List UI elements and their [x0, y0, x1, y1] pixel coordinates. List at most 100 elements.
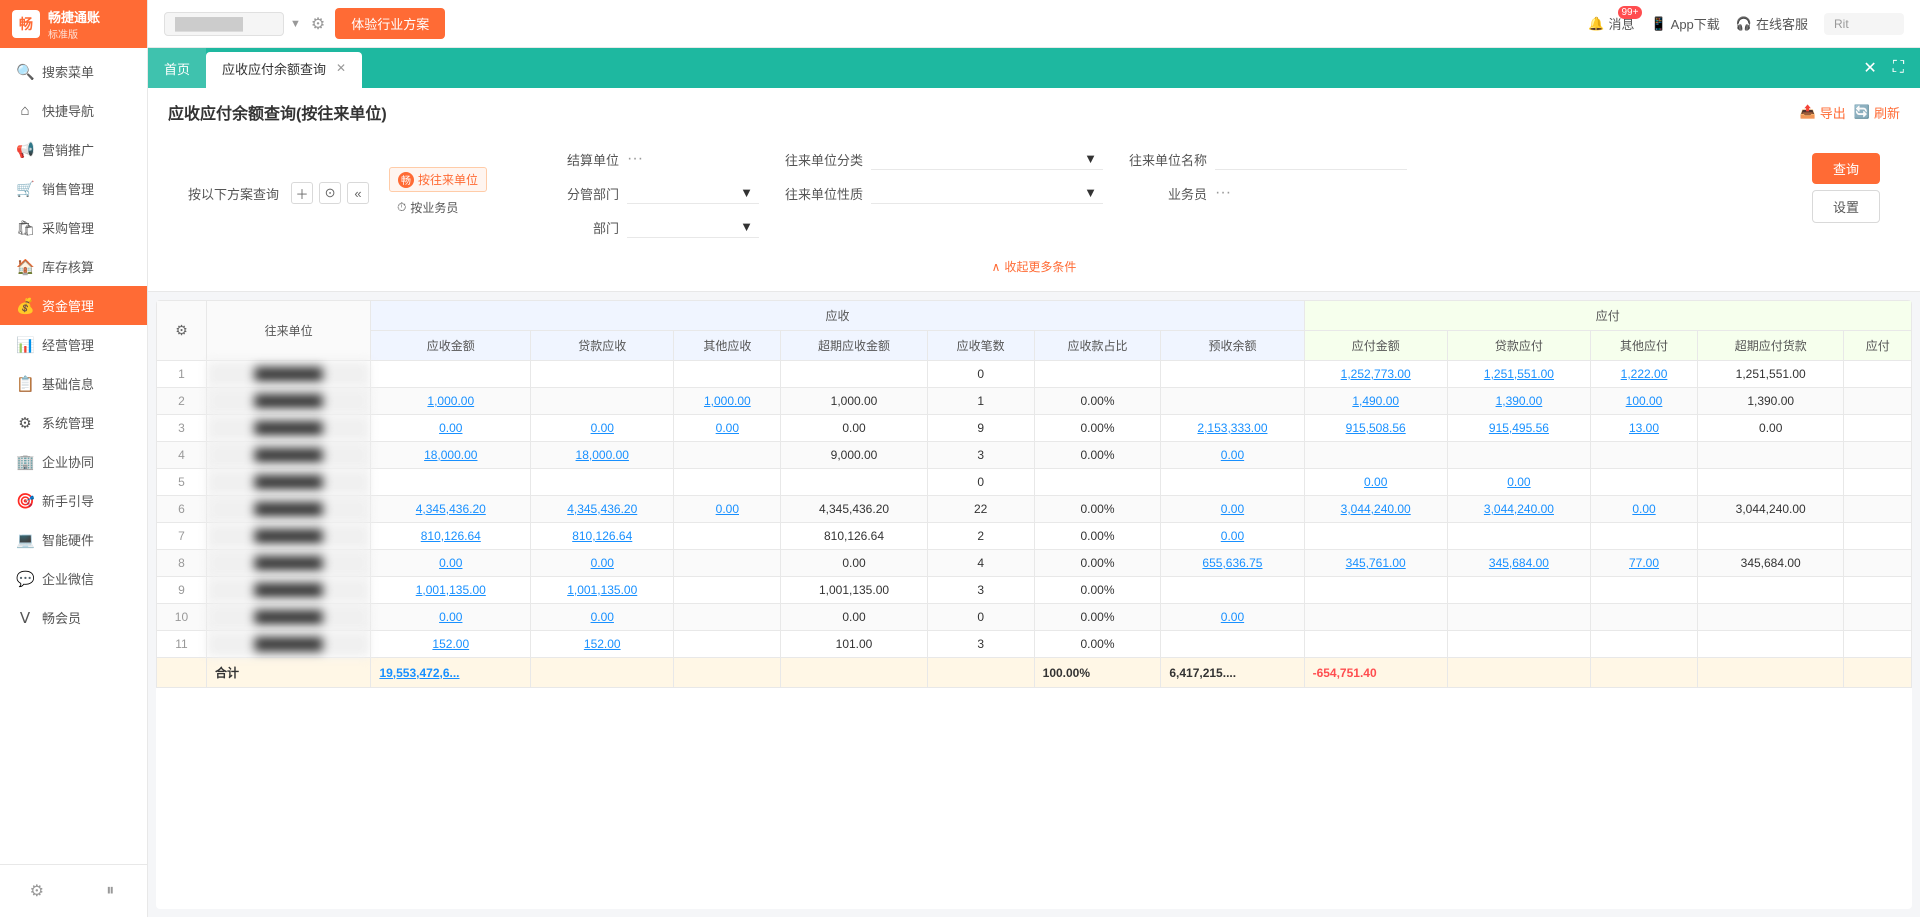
table-row[interactable]: 7████████810,126.64810,126.64810,126.642…	[157, 523, 1912, 550]
r-prepay-cell[interactable]	[1161, 388, 1304, 415]
close-window-icon[interactable]: ✕	[1859, 54, 1880, 82]
r-other-cell[interactable]: 0.00	[674, 415, 781, 442]
scheme-by-unit[interactable]: 畅 按往来单位	[389, 167, 487, 192]
r-amount-cell[interactable]: 18,000.00	[371, 442, 531, 469]
sidebar-item-capital[interactable]: 💰 资金管理	[0, 286, 147, 325]
r-amount-cell[interactable]: 810,126.64	[371, 523, 531, 550]
r-amount-cell[interactable]	[371, 469, 531, 496]
p-loan-cell[interactable]	[1447, 523, 1590, 550]
sidebar-item-system[interactable]: ⚙ 系统管理	[0, 403, 147, 442]
settlement-unit-dots[interactable]: ···	[627, 150, 643, 168]
address-bar[interactable]: ████████	[164, 12, 284, 36]
r-other-cell[interactable]	[674, 442, 781, 469]
r-loan-cell[interactable]: 152.00	[531, 631, 674, 658]
sidebar-item-basic[interactable]: 📋 基础信息	[0, 364, 147, 403]
sidebar-item-purchase[interactable]: 🛍 采购管理	[0, 208, 147, 247]
maximize-window-icon[interactable]: ⛶	[1889, 55, 1908, 81]
export-button[interactable]: 📤 导出	[1800, 103, 1846, 122]
promo-button[interactable]: 体验行业方案	[335, 8, 445, 39]
unit-category-select[interactable]: ▼	[871, 148, 1103, 170]
p-loan-cell[interactable]	[1447, 631, 1590, 658]
p-amount-cell[interactable]	[1304, 631, 1447, 658]
r-other-cell[interactable]	[674, 523, 781, 550]
sidebar-item-marketing[interactable]: 📢 营销推广	[0, 130, 147, 169]
settings-scheme-button[interactable]: ⊙	[319, 182, 341, 204]
r-loan-cell[interactable]: 18,000.00	[531, 442, 674, 469]
p-other-cell[interactable]	[1591, 577, 1698, 604]
collapse-scheme-button[interactable]: «	[347, 182, 369, 204]
p-amount-cell[interactable]	[1304, 442, 1447, 469]
r-loan-cell[interactable]	[531, 388, 674, 415]
p-loan-cell[interactable]: 915,495.56	[1447, 415, 1590, 442]
p-other-cell[interactable]	[1591, 442, 1698, 469]
table-row[interactable]: 2████████1,000.001,000.001,000.0010.00%1…	[157, 388, 1912, 415]
salesman-dots[interactable]: ···	[1215, 184, 1231, 202]
query-button[interactable]: 查询	[1812, 153, 1880, 184]
r-loan-cell[interactable]: 0.00	[531, 604, 674, 631]
r-prepay-cell[interactable]: 0.00	[1161, 496, 1304, 523]
r-loan-cell[interactable]: 810,126.64	[531, 523, 674, 550]
tab-close-icon[interactable]: ✕	[336, 61, 346, 75]
setting-button[interactable]: 设置	[1812, 190, 1880, 223]
p-other-cell[interactable]	[1591, 631, 1698, 658]
add-scheme-button[interactable]: ＋	[291, 182, 313, 204]
scheme-by-staff[interactable]: ⏱ 按业务员	[389, 196, 487, 219]
p-amount-cell[interactable]: 1,490.00	[1304, 388, 1447, 415]
table-row[interactable]: 3████████0.000.000.000.0090.00%2,153,333…	[157, 415, 1912, 442]
p-loan-cell[interactable]	[1447, 604, 1590, 631]
p-other-cell[interactable]: 77.00	[1591, 550, 1698, 577]
r-other-cell[interactable]	[674, 361, 781, 388]
online-service-button[interactable]: 🎧 在线客服	[1736, 14, 1808, 33]
p-loan-cell[interactable]: 1,251,551.00	[1447, 361, 1590, 388]
p-amount-cell[interactable]: 915,508.56	[1304, 415, 1447, 442]
p-loan-cell[interactable]: 0.00	[1447, 469, 1590, 496]
col-settings[interactable]: ⚙	[157, 301, 207, 361]
r-other-cell[interactable]: 1,000.00	[674, 388, 781, 415]
p-loan-cell[interactable]	[1447, 577, 1590, 604]
r-prepay-cell[interactable]: 0.00	[1161, 604, 1304, 631]
sidebar-item-hardware[interactable]: 💻 智能硬件	[0, 520, 147, 559]
p-other-cell[interactable]: 100.00	[1591, 388, 1698, 415]
sidebar-item-inventory[interactable]: 🏠 库存核算	[0, 247, 147, 286]
settings-bottom-button[interactable]: ⚙	[0, 873, 74, 909]
r-amount-cell[interactable]: 0.00	[371, 604, 531, 631]
r-amount-cell[interactable]	[371, 361, 531, 388]
r-amount-cell[interactable]: 1,000.00	[371, 388, 531, 415]
collapse-button[interactable]: ⏸	[74, 873, 148, 909]
r-other-cell[interactable]: 0.00	[674, 496, 781, 523]
notification-button[interactable]: 🔔 消息 99+	[1588, 14, 1634, 33]
p-other-cell[interactable]	[1591, 604, 1698, 631]
settings-icon[interactable]: ⚙	[307, 10, 329, 38]
dept-manager-select[interactable]: ▼	[627, 182, 759, 204]
p-amount-cell[interactable]: 345,761.00	[1304, 550, 1447, 577]
r-other-cell[interactable]	[674, 550, 781, 577]
r-prepay-cell[interactable]: 0.00	[1161, 523, 1304, 550]
dept-select[interactable]: ▼	[627, 216, 759, 238]
p-amount-cell[interactable]: 3,044,240.00	[1304, 496, 1447, 523]
p-other-cell[interactable]	[1591, 523, 1698, 550]
table-row[interactable]: 11████████152.00152.00101.0030.00%	[157, 631, 1912, 658]
refresh-button[interactable]: 🔄 刷新	[1854, 103, 1900, 122]
sidebar-item-operation[interactable]: 📊 经营管理	[0, 325, 147, 364]
r-loan-cell[interactable]	[531, 361, 674, 388]
r-loan-cell[interactable]: 0.00	[531, 415, 674, 442]
table-row[interactable]: 4████████18,000.0018,000.009,000.0030.00…	[157, 442, 1912, 469]
p-other-cell[interactable]	[1591, 469, 1698, 496]
tab-home[interactable]: 首页	[148, 48, 206, 88]
p-amount-cell[interactable]	[1304, 523, 1447, 550]
r-amount-cell[interactable]: 0.00	[371, 550, 531, 577]
table-row[interactable]: 5████████00.000.00	[157, 469, 1912, 496]
p-loan-cell[interactable]: 3,044,240.00	[1447, 496, 1590, 523]
r-loan-cell[interactable]: 1,001,135.00	[531, 577, 674, 604]
p-amount-cell[interactable]	[1304, 577, 1447, 604]
r-prepay-cell[interactable]: 2,153,333.00	[1161, 415, 1304, 442]
sidebar-item-sales[interactable]: 🛒 销售管理	[0, 169, 147, 208]
sidebar-item-search-menu[interactable]: 🔍 搜索菜单	[0, 52, 147, 91]
p-amount-cell[interactable]: 0.00	[1304, 469, 1447, 496]
sidebar-item-member[interactable]: Ⅴ 畅会员	[0, 598, 147, 637]
table-row[interactable]: 1████████01,252,773.001,251,551.001,222.…	[157, 361, 1912, 388]
unit-nature-select[interactable]: ▼	[871, 182, 1103, 204]
p-amount-cell[interactable]: 1,252,773.00	[1304, 361, 1447, 388]
sidebar-item-quick-nav[interactable]: ⌂ 快捷导航	[0, 91, 147, 130]
r-loan-cell[interactable]: 0.00	[531, 550, 674, 577]
